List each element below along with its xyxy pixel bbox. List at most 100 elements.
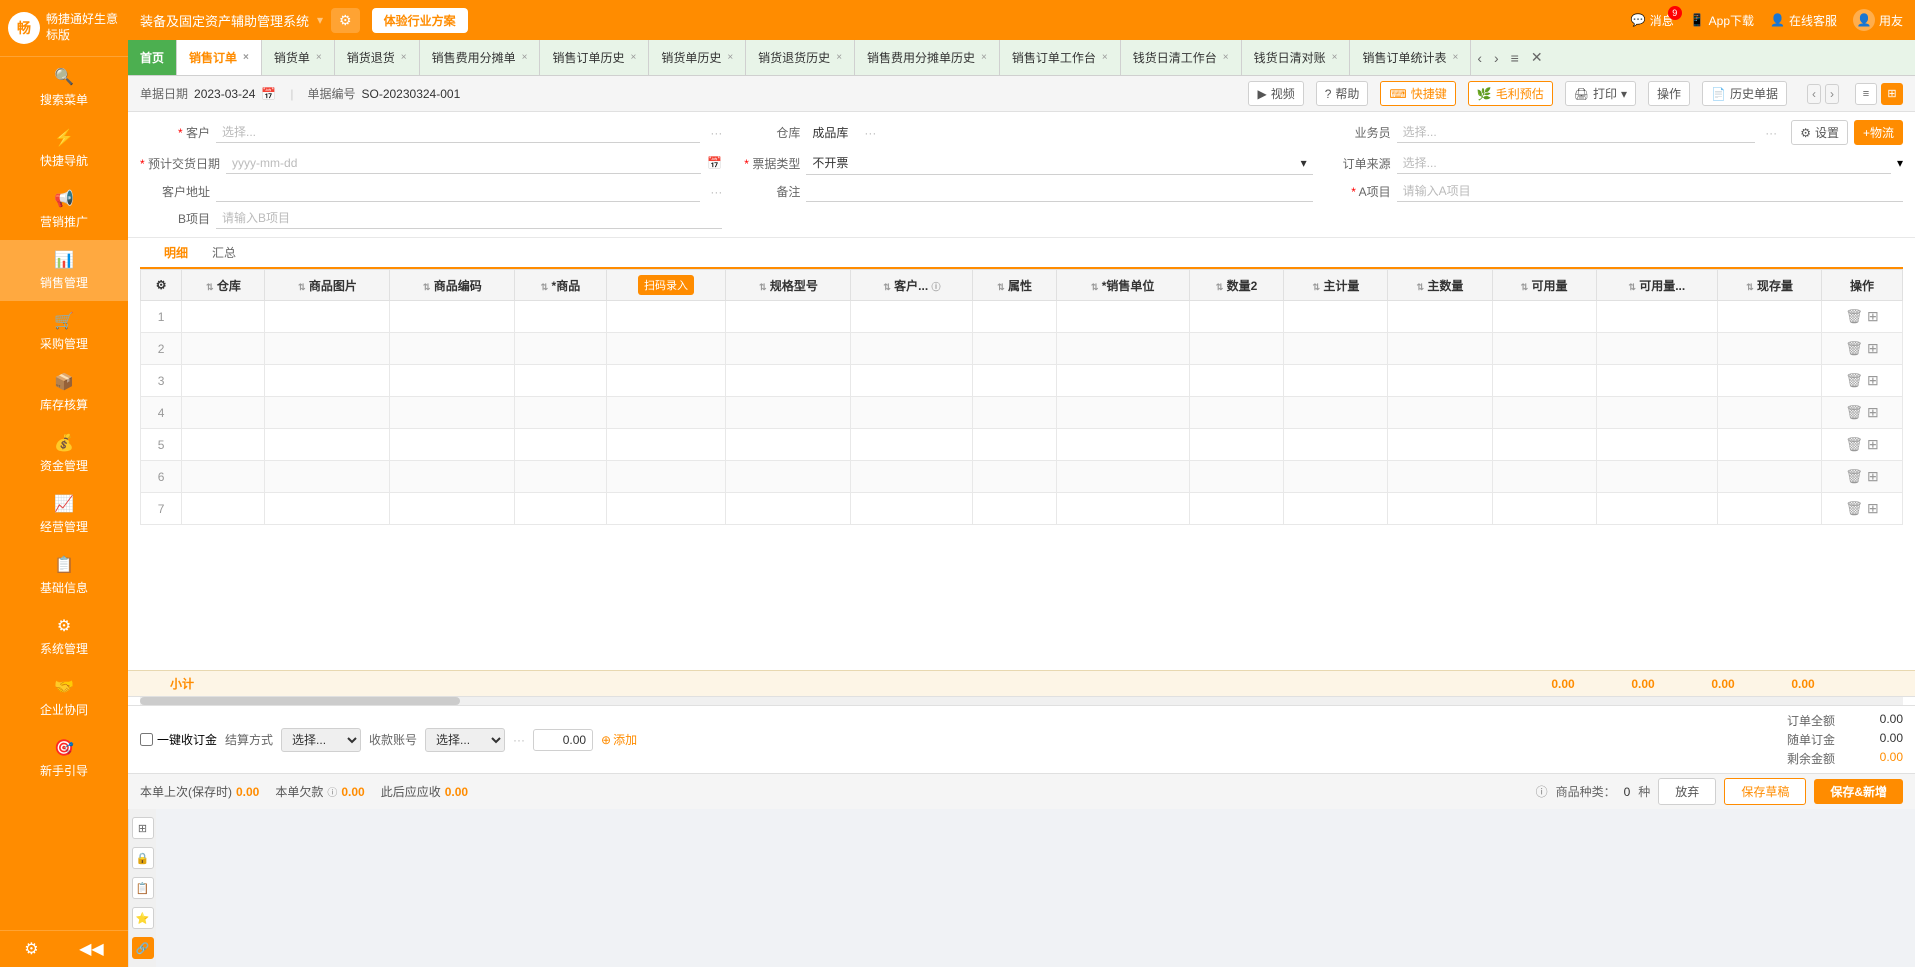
- customer-input[interactable]: [216, 122, 700, 143]
- tab-sales-expense[interactable]: 销售费用分摊单 ×: [420, 40, 541, 76]
- tab-nav-left[interactable]: ‹: [1471, 40, 1488, 76]
- rp-btn-1[interactable]: ⊞: [132, 817, 154, 839]
- row-action[interactable]: 🗑⊞: [1822, 301, 1903, 333]
- tab-close-expense-history[interactable]: ×: [981, 52, 987, 63]
- calendar-icon[interactable]: 📅: [261, 87, 276, 101]
- discard-button[interactable]: 放弃: [1658, 778, 1716, 805]
- save-draft-button[interactable]: 保存草稿: [1724, 778, 1806, 805]
- amount-input[interactable]: [533, 729, 593, 751]
- tab-order-stats[interactable]: 销售订单统计表 ×: [1350, 40, 1471, 76]
- add-btn[interactable]: ⊕ 添加: [601, 731, 637, 748]
- tab-sales-return[interactable]: 销货退货 ×: [335, 40, 420, 76]
- row-action[interactable]: 🗑⊞: [1822, 397, 1903, 429]
- row-copy-icon[interactable]: ⊞: [1867, 468, 1879, 484]
- tab-return-history[interactable]: 销货退货历史 ×: [746, 40, 855, 76]
- invoice-type-select[interactable]: 不开票 ▾: [806, 151, 1312, 175]
- tab-order-workbench[interactable]: 销售订单工作台 ×: [1000, 40, 1121, 76]
- b-project-input[interactable]: [216, 208, 722, 229]
- row-copy-icon[interactable]: ⊞: [1867, 404, 1879, 420]
- app-download-btn[interactable]: 📱 App下载: [1690, 12, 1754, 29]
- row-delete-icon[interactable]: 🗑: [1845, 436, 1863, 452]
- tab-expense-history[interactable]: 销售费用分摊单历史 ×: [855, 40, 1000, 76]
- account-dots[interactable]: ···: [513, 733, 525, 747]
- add-logistics-btn[interactable]: +物流: [1854, 120, 1903, 145]
- row-action[interactable]: 🗑⊞: [1822, 365, 1903, 397]
- tab-sales-invoice-history[interactable]: 销货单历史 ×: [649, 40, 746, 76]
- toolbar-grid-view[interactable]: ⊞: [1881, 83, 1903, 105]
- note-input[interactable]: [806, 181, 1312, 202]
- history-btn[interactable]: 📄 历史单据: [1702, 81, 1787, 106]
- sidebar-item-system[interactable]: ⚙ 系统管理: [0, 606, 128, 667]
- row-action[interactable]: 🗑⊞: [1822, 333, 1903, 365]
- tab-sales-order-history[interactable]: 销售订单历史 ×: [540, 40, 649, 76]
- address-input[interactable]: [216, 181, 700, 202]
- th-settings[interactable]: ⚙: [141, 270, 182, 301]
- rp-btn-3[interactable]: 📋: [132, 877, 154, 899]
- sidebar-item-search[interactable]: 🔍 搜索菜单: [0, 57, 128, 118]
- customer-dots[interactable]: ···: [710, 126, 722, 140]
- sidebar-item-quick[interactable]: ⚡ 快捷导航: [0, 118, 128, 179]
- scan-btn[interactable]: 扫码录入: [638, 275, 694, 295]
- row-delete-icon[interactable]: 🗑: [1845, 372, 1863, 388]
- payment-method-select[interactable]: 选择...: [281, 728, 361, 752]
- tab-sales-invoice[interactable]: 销货单 ×: [262, 40, 335, 76]
- tab-close-sales-return[interactable]: ×: [401, 52, 407, 63]
- tab-close-sales-expense[interactable]: ×: [522, 52, 528, 63]
- view-video-btn[interactable]: ▶ 视频: [1248, 81, 1303, 106]
- tab-close-invoice-history[interactable]: ×: [727, 52, 733, 63]
- message-icon-btn[interactable]: 💬 消息 9: [1631, 12, 1674, 29]
- salesperson-dots[interactable]: ···: [1765, 126, 1777, 140]
- warehouse-dots[interactable]: ···: [864, 126, 876, 140]
- gear-button[interactable]: ⚙: [331, 8, 360, 33]
- account-select[interactable]: 选择...: [425, 728, 505, 752]
- toolbar-list-view[interactable]: ≡: [1855, 83, 1877, 105]
- tab-daily-workbench[interactable]: 钱货日清工作台 ×: [1121, 40, 1242, 76]
- row-copy-icon[interactable]: ⊞: [1867, 436, 1879, 452]
- detail-tab-summary[interactable]: 汇总: [200, 238, 248, 267]
- tab-close-order-stats[interactable]: ×: [1452, 52, 1458, 63]
- rp-btn-2[interactable]: 🔒: [132, 847, 154, 869]
- industry-btn[interactable]: 体验行业方案: [372, 8, 468, 33]
- row-delete-icon[interactable]: 🗑: [1845, 340, 1863, 356]
- tab-daily-reconcile[interactable]: 钱货日清对账 ×: [1242, 40, 1351, 76]
- row-delete-icon[interactable]: 🗑: [1845, 308, 1863, 324]
- tab-close-order-workbench[interactable]: ×: [1102, 52, 1108, 63]
- sidebar-gear-btn[interactable]: ⚙: [24, 939, 38, 959]
- order-source-input[interactable]: [1397, 153, 1891, 174]
- print-btn[interactable]: 🖨 打印 ▾: [1565, 81, 1636, 106]
- tab-home[interactable]: 首页: [128, 40, 177, 76]
- tab-close-sales-order[interactable]: ×: [243, 52, 249, 63]
- operate-btn[interactable]: 操作: [1648, 81, 1690, 106]
- sidebar-collapse-btn[interactable]: ◀◀: [79, 939, 104, 959]
- delivery-calendar-icon[interactable]: 📅: [707, 156, 722, 170]
- tab-nav-right[interactable]: ›: [1488, 40, 1505, 76]
- sidebar-item-enterprise[interactable]: 🤝 企业协同: [0, 667, 128, 728]
- quick-confirm-checkbox[interactable]: [140, 733, 153, 746]
- tab-nav-close-all[interactable]: ✕: [1525, 40, 1549, 76]
- tab-close-daily-workbench[interactable]: ×: [1223, 52, 1229, 63]
- sidebar-item-finance[interactable]: 💰 资金管理: [0, 423, 128, 484]
- row-delete-icon[interactable]: 🗑: [1845, 404, 1863, 420]
- address-dots[interactable]: ···: [710, 185, 722, 199]
- delivery-date-input[interactable]: [226, 153, 701, 174]
- row-copy-icon[interactable]: ⊞: [1867, 500, 1879, 516]
- tab-close-daily-reconcile[interactable]: ×: [1332, 52, 1338, 63]
- tab-close-sales-invoice[interactable]: ×: [316, 52, 322, 63]
- sidebar-item-guide[interactable]: 🎯 新手引导: [0, 728, 128, 789]
- sidebar-item-operations[interactable]: 📈 经营管理: [0, 484, 128, 545]
- row-action[interactable]: 🗑⊞: [1822, 429, 1903, 461]
- scroll-thumb[interactable]: [140, 697, 460, 705]
- salesperson-input[interactable]: [1397, 122, 1756, 143]
- row-copy-icon[interactable]: ⊞: [1867, 308, 1879, 324]
- profit-btn[interactable]: 🌿 毛利预估: [1468, 81, 1553, 106]
- row-copy-icon[interactable]: ⊞: [1867, 372, 1879, 388]
- rp-btn-5[interactable]: 🔗: [132, 937, 154, 959]
- row-action[interactable]: 🗑⊞: [1822, 461, 1903, 493]
- row-action[interactable]: 🗑⊞: [1822, 493, 1903, 525]
- row-copy-icon[interactable]: ⊞: [1867, 340, 1879, 356]
- tab-close-order-history[interactable]: ×: [630, 52, 636, 63]
- toolbar-nav-right[interactable]: ›: [1825, 84, 1839, 104]
- sidebar-item-marketing[interactable]: 📢 营销推广: [0, 179, 128, 240]
- row-delete-icon[interactable]: 🗑: [1845, 500, 1863, 516]
- sidebar-item-sales[interactable]: 📊 销售管理: [0, 240, 128, 301]
